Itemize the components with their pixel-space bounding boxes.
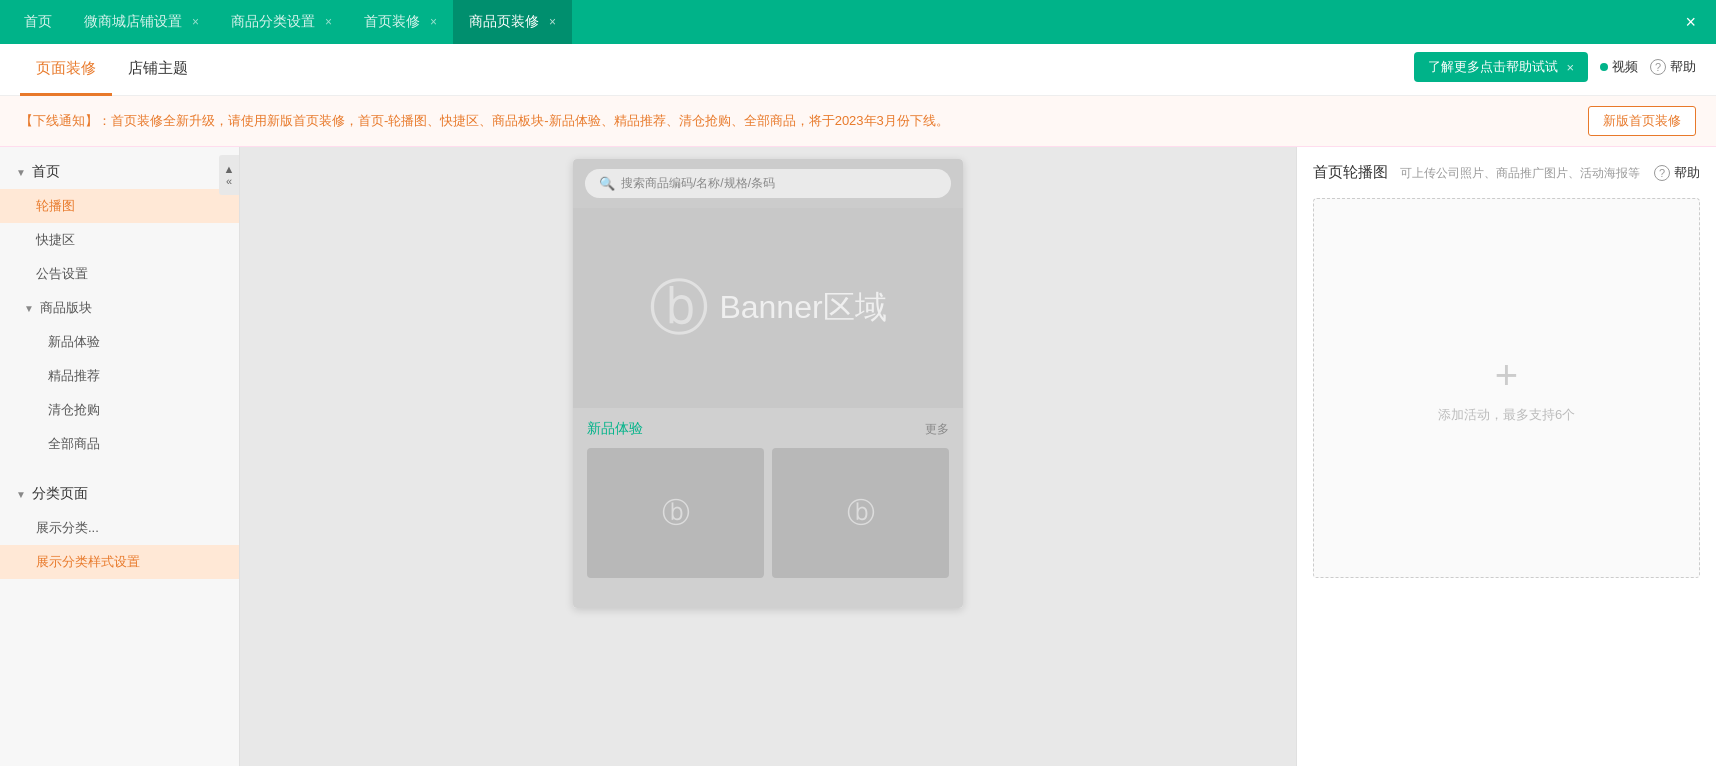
sidebar: ▲ « ▼ 首页 轮播图 快捷区 公告设置 ▼ 商品版块 新品体验: [0, 147, 240, 766]
right-panel-title-area: 首页轮播图 可上传公司照片、商品推广图片、活动海报等: [1313, 163, 1640, 182]
sidebar-item-notice[interactable]: 公告设置: [0, 257, 239, 291]
phone-section-more: 更多: [925, 421, 949, 438]
tab-home[interactable]: 首页: [8, 0, 68, 44]
sidebar-group-category: ▼ 分类页面 展示分类... 展示分类样式设置: [0, 469, 239, 587]
sub-tab-page-decor[interactable]: 页面装修: [20, 44, 112, 96]
help-banner-area: 了解更多点击帮助试试 × 视频 ? 帮助: [1414, 52, 1696, 82]
tab-category-settings-label: 商品分类设置: [231, 13, 315, 31]
sidebar-group-category-title[interactable]: ▼ 分类页面: [0, 477, 239, 511]
top-tabbar: 首页 微商城店铺设置 × 商品分类设置 × 首页装修 × 商品页装修 × ×: [0, 0, 1716, 44]
phone-products-row: ⓑ ⓑ: [587, 448, 949, 578]
right-panel-header: 首页轮播图 可上传公司照片、商品推广图片、活动海报等 ? 帮助: [1313, 163, 1700, 182]
right-panel-help-link[interactable]: ? 帮助: [1654, 164, 1700, 182]
sidebar-item-category-style[interactable]: 展示分类样式设置: [0, 545, 239, 579]
phone-new-section: 新品体验 更多 ⓑ ⓑ: [573, 408, 963, 608]
sidebar-group-home-title[interactable]: ▼ 首页: [0, 155, 239, 189]
help-pill-close-icon[interactable]: ×: [1566, 60, 1574, 75]
sidebar-item-show-category[interactable]: 展示分类...: [0, 511, 239, 545]
sidebar-item-featured-label: 精品推荐: [48, 368, 100, 383]
sidebar-item-clearance[interactable]: 清仓抢购: [0, 393, 239, 427]
tab-product-decor-close-icon[interactable]: ×: [549, 15, 556, 29]
sidebar-item-featured[interactable]: 精品推荐: [0, 359, 239, 393]
tab-shop-settings-label: 微商城店铺设置: [84, 13, 182, 31]
phone-search-placeholder: 搜索商品编码/名称/规格/条码: [621, 175, 775, 192]
phone-preview: 🔍 搜索商品编码/名称/规格/条码 ⓑ Banner区域 新品体验 更多 ⓑ: [573, 159, 963, 608]
tab-shop-settings[interactable]: 微商城店铺设置 ×: [68, 0, 215, 44]
sidebar-item-new-exp[interactable]: 新品体验: [0, 325, 239, 359]
phone-product-item-1[interactable]: ⓑ: [587, 448, 764, 578]
tab-home-decor[interactable]: 首页装修 ×: [348, 0, 453, 44]
banner-logo-icon: ⓑ: [649, 268, 709, 349]
help-question-icon: ?: [1650, 59, 1666, 75]
group-category-arrow-icon: ▼: [16, 489, 26, 500]
sidebar-item-all-products-label: 全部商品: [48, 436, 100, 451]
sidebar-item-clearance-label: 清仓抢购: [48, 402, 100, 417]
right-panel-title: 首页轮播图: [1313, 163, 1388, 180]
sidebar-item-notice-label: 公告设置: [36, 266, 88, 281]
phone-new-section-title: 新品体验: [587, 420, 643, 438]
product-placeholder-icon-2: ⓑ: [847, 494, 875, 532]
sub-tab-shop-theme-label: 店铺主题: [128, 59, 188, 78]
add-image-area[interactable]: + 添加活动，最多支持6个: [1313, 198, 1700, 578]
panel-help-label: 帮助: [1674, 164, 1700, 182]
add-image-plus-icon: +: [1495, 353, 1518, 398]
sidebar-sub-group-product-block[interactable]: ▼ 商品版块: [0, 291, 239, 325]
video-label: 视频: [1612, 58, 1638, 76]
help-label: 帮助: [1670, 58, 1696, 76]
sidebar-group-home-label: 首页: [32, 163, 60, 181]
notice-bar: 【下线通知】：首页装修全新升级，请使用新版首页装修，首页-轮播图、快捷区、商品板…: [0, 96, 1716, 147]
add-image-label: 添加活动，最多支持6个: [1438, 406, 1575, 424]
sidebar-group-home: ▼ 首页 轮播图 快捷区 公告设置 ▼ 商品版块 新品体验 精品推荐: [0, 147, 239, 469]
phone-search-input: 🔍 搜索商品编码/名称/规格/条码: [585, 169, 951, 198]
sidebar-item-shortcut[interactable]: 快捷区: [0, 223, 239, 257]
right-panel-subtitle: 可上传公司照片、商品推广图片、活动海报等: [1400, 166, 1640, 180]
chevron-left-icon: «: [226, 175, 232, 187]
sidebar-group-category-label: 分类页面: [32, 485, 88, 503]
tab-category-settings-close-icon[interactable]: ×: [325, 15, 332, 29]
sub-group-arrow-icon: ▼: [24, 303, 34, 314]
sidebar-item-all-products[interactable]: 全部商品: [0, 427, 239, 461]
product-placeholder-icon-1: ⓑ: [662, 494, 690, 532]
banner-area-label: Banner区域: [719, 286, 886, 330]
panel-help-question-icon: ?: [1654, 165, 1670, 181]
sidebar-item-new-exp-label: 新品体验: [48, 334, 100, 349]
new-home-decor-button[interactable]: 新版首页装修: [1588, 106, 1696, 136]
help-pill[interactable]: 了解更多点击帮助试试 ×: [1414, 52, 1588, 82]
sidebar-item-banner-label: 轮播图: [36, 198, 75, 213]
sub-tab-page-decor-label: 页面装修: [36, 59, 96, 78]
phone-search-bar: 🔍 搜索商品编码/名称/规格/条码: [573, 159, 963, 208]
help-pill-label: 了解更多点击帮助试试: [1428, 58, 1558, 76]
sidebar-sub-group-product-block-label: 商品版块: [40, 299, 92, 317]
right-panel: 首页轮播图 可上传公司照片、商品推广图片、活动海报等 ? 帮助 + 添加活动，最…: [1296, 147, 1716, 766]
sub-tab-shop-theme[interactable]: 店铺主题: [112, 44, 204, 96]
phone-product-item-2[interactable]: ⓑ: [772, 448, 949, 578]
tab-product-decor-label: 商品页装修: [469, 13, 539, 31]
phone-section-header: 新品体验 更多: [587, 420, 949, 438]
tab-home-decor-close-icon[interactable]: ×: [430, 15, 437, 29]
help-link[interactable]: ? 帮助: [1650, 58, 1696, 76]
tab-shop-settings-close-icon[interactable]: ×: [192, 15, 199, 29]
tab-product-decor[interactable]: 商品页装修 ×: [453, 0, 572, 44]
main-layout: ▲ « ▼ 首页 轮播图 快捷区 公告设置 ▼ 商品版块 新品体验: [0, 147, 1716, 766]
video-dot-icon: [1600, 63, 1608, 71]
tab-home-label: 首页: [24, 13, 52, 31]
sidebar-item-category-style-label: 展示分类样式设置: [36, 554, 140, 569]
group-home-arrow-icon: ▼: [16, 167, 26, 178]
video-link[interactable]: 视频: [1600, 58, 1638, 76]
tab-category-settings[interactable]: 商品分类设置 ×: [215, 0, 348, 44]
sidebar-item-shortcut-label: 快捷区: [36, 232, 75, 247]
center-preview: 🔍 搜索商品编码/名称/规格/条码 ⓑ Banner区域 新品体验 更多 ⓑ: [240, 147, 1296, 766]
sidebar-item-show-category-label: 展示分类...: [36, 520, 99, 535]
tab-home-decor-label: 首页装修: [364, 13, 420, 31]
notice-text: 【下线通知】：首页装修全新升级，请使用新版首页装修，首页-轮播图、快捷区、商品板…: [20, 112, 1578, 130]
chevron-up-icon: ▲: [224, 163, 235, 175]
global-close-button[interactable]: ×: [1673, 12, 1708, 33]
sub-tabbar: 页面装修 店铺主题 了解更多点击帮助试试 × 视频 ? 帮助: [0, 44, 1716, 96]
sidebar-collapse-button[interactable]: ▲ «: [219, 155, 239, 195]
phone-banner-area[interactable]: ⓑ Banner区域: [573, 208, 963, 408]
sidebar-item-banner[interactable]: 轮播图: [0, 189, 239, 223]
